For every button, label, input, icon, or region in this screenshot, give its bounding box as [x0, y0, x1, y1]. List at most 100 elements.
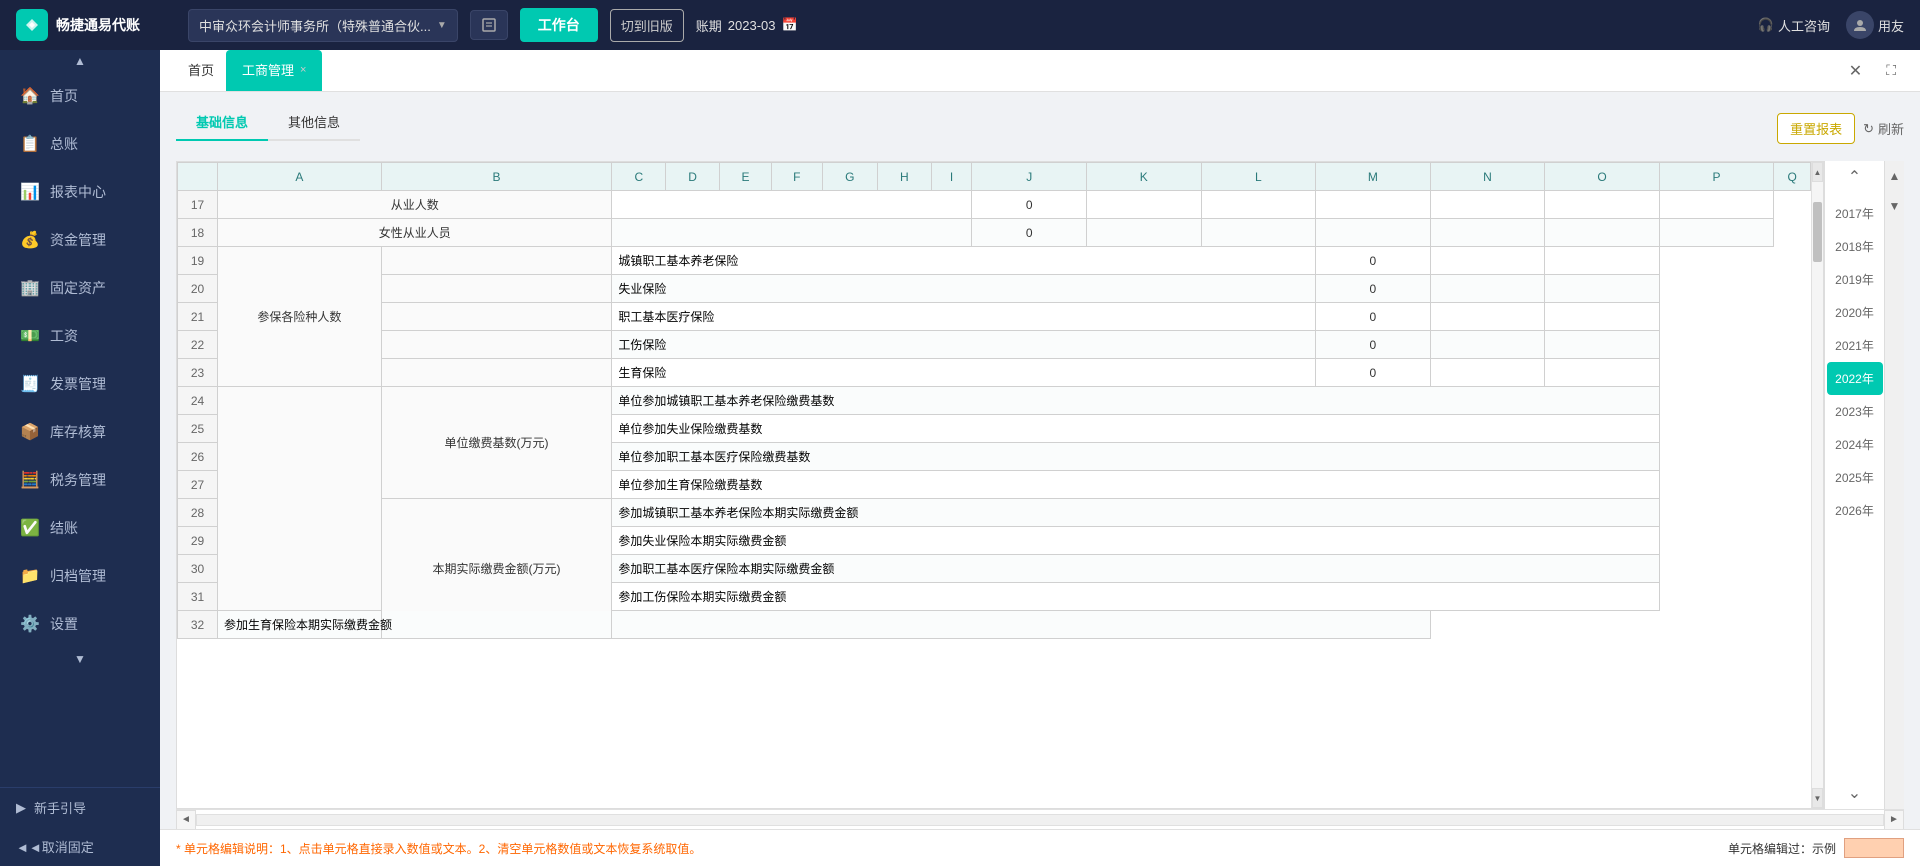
- sidebar-scroll-up[interactable]: ▲: [0, 50, 160, 72]
- cell-c21[interactable]: 职工基本医疗保险: [612, 303, 1316, 331]
- collapse-down-btn[interactable]: ▼: [1885, 191, 1905, 221]
- cell-c22[interactable]: 工伤保险: [612, 331, 1316, 359]
- table-cell[interactable]: [1545, 303, 1660, 331]
- sidebar-item-close-accounts[interactable]: ✅ 结账: [0, 504, 160, 552]
- cell-c28[interactable]: 参加城镇职工基本养老保险本期实际缴费金额: [612, 499, 1659, 527]
- table-cell[interactable]: [1545, 219, 1660, 247]
- h-scrollbar-track[interactable]: [196, 814, 1884, 826]
- window-close-button[interactable]: ✕: [1841, 57, 1870, 85]
- table-cell[interactable]: [1659, 191, 1774, 219]
- cell-b24[interactable]: 单位缴费基数(万元): [381, 387, 612, 499]
- cell-b20[interactable]: [381, 275, 612, 303]
- table-cell[interactable]: [1545, 247, 1660, 275]
- year-item[interactable]: 2019年: [1827, 263, 1883, 296]
- table-cell[interactable]: [1201, 191, 1316, 219]
- sidebar-item-tax[interactable]: 🧮 税务管理: [0, 456, 160, 504]
- v-scroll-thumb[interactable]: [1813, 202, 1822, 262]
- cell-c27[interactable]: 单位参加生育保险缴费基数: [612, 471, 1659, 499]
- year-item[interactable]: 2026年: [1827, 494, 1883, 527]
- sidebar-item-invoice[interactable]: 🧾 发票管理: [0, 360, 160, 408]
- cell-c20[interactable]: 失业保险: [612, 275, 1316, 303]
- sidebar-item-home[interactable]: 🏠 首页: [0, 72, 160, 120]
- h-scroll-left-btn[interactable]: ◄: [176, 810, 196, 830]
- cell-o21[interactable]: 0: [1316, 303, 1431, 331]
- year-item[interactable]: 2020年: [1827, 296, 1883, 329]
- table-cell[interactable]: [1545, 331, 1660, 359]
- year-item[interactable]: 2024年: [1827, 428, 1883, 461]
- table-cell[interactable]: [1659, 219, 1774, 247]
- table-cell[interactable]: [1430, 303, 1545, 331]
- cell-c32[interactable]: 参加生育保险本期实际缴费金额: [218, 611, 1431, 639]
- new-guide-btn[interactable]: ▶ 新手引导: [0, 788, 160, 827]
- refresh-button[interactable]: ↻ 刷新: [1863, 119, 1904, 138]
- reset-report-button[interactable]: 重置报表: [1777, 113, 1855, 144]
- spreadsheet-main[interactable]: A B C D E F G H I J: [177, 162, 1811, 808]
- table-cell[interactable]: [1430, 359, 1545, 387]
- table-cell[interactable]: [1201, 219, 1316, 247]
- sidebar-scroll-down[interactable]: ▼: [0, 648, 160, 670]
- cell-c24[interactable]: 单位参加城镇职工基本养老保险缴费基数: [612, 387, 1659, 415]
- cell-c17[interactable]: [612, 191, 972, 219]
- table-cell[interactable]: [1545, 275, 1660, 303]
- table-cell[interactable]: [1316, 219, 1431, 247]
- year-item[interactable]: 2022年: [1827, 362, 1883, 395]
- v-scroll-up-btn[interactable]: ▲: [1812, 162, 1823, 182]
- year-scroll-up-btn[interactable]: ⌃: [1825, 161, 1884, 193]
- cell-k18[interactable]: 0: [972, 219, 1087, 247]
- year-scroll-down-btn[interactable]: ⌄: [1825, 777, 1884, 809]
- tab-home[interactable]: 首页: [176, 50, 226, 91]
- cancel-fixed-btn[interactable]: ◄◄取消固定: [0, 827, 160, 866]
- h-scroll-right-btn[interactable]: ►: [1884, 810, 1904, 830]
- cell-o19[interactable]: 0: [1316, 247, 1431, 275]
- v-scroll-down-btn[interactable]: ▼: [1812, 788, 1823, 808]
- sub-tab-other[interactable]: 其他信息: [268, 104, 360, 141]
- cell-k17[interactable]: 0: [972, 191, 1087, 219]
- report-btn[interactable]: [470, 10, 508, 41]
- table-cell[interactable]: [1545, 191, 1660, 219]
- workbench-button[interactable]: 工作台: [520, 8, 598, 42]
- table-cell[interactable]: [1430, 247, 1545, 275]
- sidebar-item-archive[interactable]: 📁 归档管理: [0, 552, 160, 600]
- calendar-icon[interactable]: 📅: [782, 17, 798, 33]
- sub-tab-basic[interactable]: 基础信息: [176, 104, 268, 141]
- company-selector[interactable]: 中审众环会计师事务所（特殊普通合伙... ▼: [188, 9, 458, 42]
- sidebar-item-inventory[interactable]: 📦 库存核算: [0, 408, 160, 456]
- table-cell[interactable]: [1086, 219, 1201, 247]
- cell-c31[interactable]: 参加工伤保险本期实际缴费金额: [612, 583, 1659, 611]
- table-cell[interactable]: [1430, 191, 1545, 219]
- year-item[interactable]: 2018年: [1827, 230, 1883, 263]
- table-cell[interactable]: [1086, 191, 1201, 219]
- cell-o20[interactable]: 0: [1316, 275, 1431, 303]
- v-scroll-track[interactable]: [1812, 182, 1823, 788]
- cell-c18[interactable]: [612, 219, 972, 247]
- table-cell[interactable]: [1316, 191, 1431, 219]
- ai-consult-btn[interactable]: 🎧 人工咨询: [1758, 16, 1830, 35]
- tab-industrial[interactable]: 工商管理 ×: [226, 50, 322, 91]
- cell-c29[interactable]: 参加失业保险本期实际缴费金额: [612, 527, 1659, 555]
- sidebar-item-settings[interactable]: ⚙️ 设置: [0, 600, 160, 648]
- sidebar-item-reports[interactable]: 📊 报表中心: [0, 168, 160, 216]
- cell-c23[interactable]: 生育保险: [612, 359, 1316, 387]
- sidebar-item-ledger[interactable]: 📋 总账: [0, 120, 160, 168]
- window-expand-button[interactable]: ⛶: [1878, 58, 1904, 83]
- cell-c25[interactable]: 单位参加失业保险缴费基数: [612, 415, 1659, 443]
- cell-c26[interactable]: 单位参加职工基本医疗保险缴费基数: [612, 443, 1659, 471]
- table-cell[interactable]: [1430, 275, 1545, 303]
- cell-b22[interactable]: [381, 331, 612, 359]
- cell-a18[interactable]: 女性从业人员: [218, 219, 612, 247]
- cell-o22[interactable]: 0: [1316, 331, 1431, 359]
- table-cell[interactable]: [1430, 331, 1545, 359]
- year-item[interactable]: 2021年: [1827, 329, 1883, 362]
- cell-a24[interactable]: [218, 387, 382, 611]
- cell-a19[interactable]: 参保各险种人数: [218, 247, 382, 387]
- sidebar-item-salary[interactable]: 💵 工资: [0, 312, 160, 360]
- bottom-scrollbar[interactable]: ◄ ►: [176, 809, 1904, 829]
- cell-c30[interactable]: 参加职工基本医疗保险本期实际缴费金额: [612, 555, 1659, 583]
- switch-version-button[interactable]: 切到旧版: [610, 9, 684, 42]
- cell-o23[interactable]: 0: [1316, 359, 1431, 387]
- table-cell[interactable]: [1430, 219, 1545, 247]
- cell-b21[interactable]: [381, 303, 612, 331]
- sidebar-item-assets[interactable]: 🏢 固定资产: [0, 264, 160, 312]
- tab-close-icon[interactable]: ×: [300, 64, 306, 76]
- cell-b23[interactable]: [381, 359, 612, 387]
